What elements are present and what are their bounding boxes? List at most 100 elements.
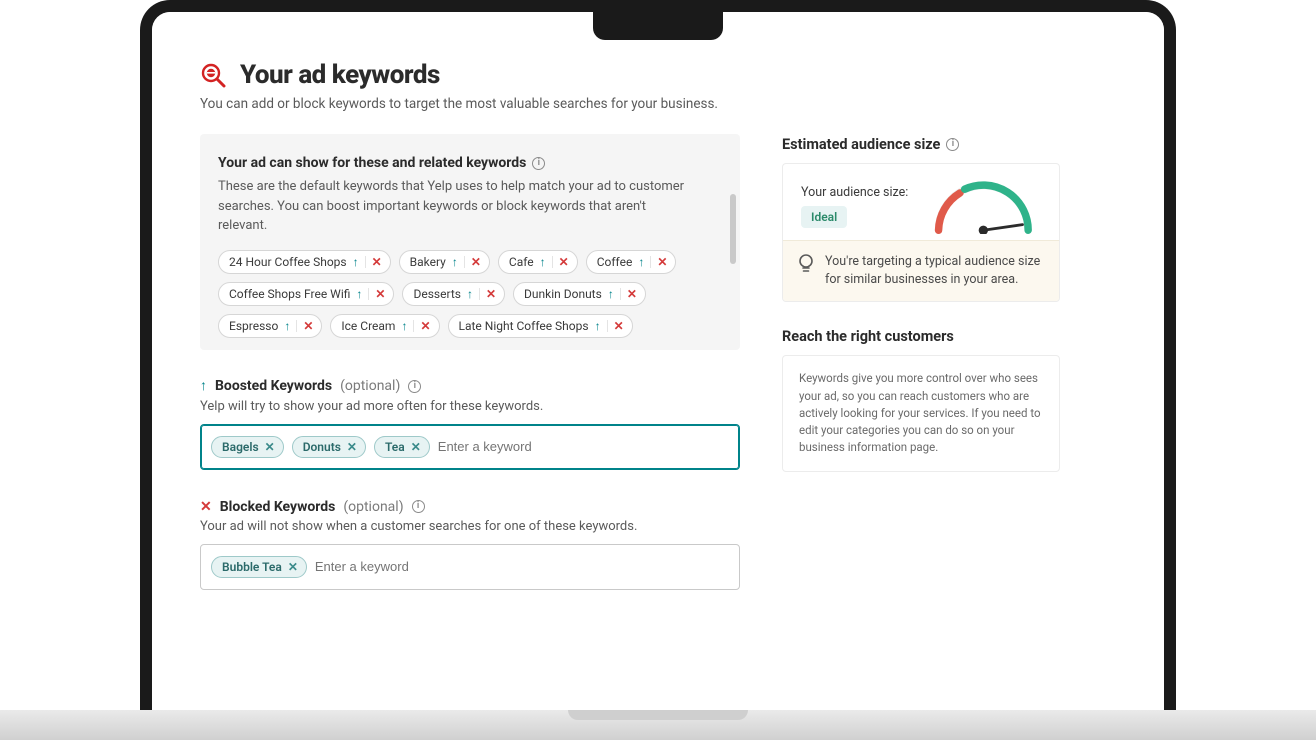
laptop-screen-frame: Your ad keywords You can add or block ke…	[140, 0, 1176, 740]
default-keyword-chip: Coffee ↑ ✕	[586, 250, 677, 274]
blocked-title: Blocked Keywords	[220, 499, 336, 515]
laptop-base	[0, 710, 1316, 740]
remove-icon[interactable]: ✕	[265, 440, 275, 454]
chip-divider	[296, 320, 297, 332]
audience-title: Estimated audience size	[782, 136, 940, 153]
remove-icon[interactable]: ✕	[347, 440, 357, 454]
chip-label: Cafe	[509, 255, 534, 269]
default-keywords-title: Your ad can show for these and related k…	[218, 155, 545, 171]
boosted-optional: (optional)	[340, 378, 400, 394]
tag-label: Bubble Tea	[222, 560, 282, 574]
info-icon[interactable]: i	[532, 157, 545, 170]
yelp-magnifier-icon	[200, 62, 226, 88]
default-keyword-chip: Cafe ↑ ✕	[498, 250, 578, 274]
chip-divider	[464, 256, 465, 268]
default-keyword-chip: 24 Hour Coffee Shops ↑ ✕	[218, 250, 391, 274]
chip-divider	[650, 256, 651, 268]
boosted-tag: Bagels✕	[211, 436, 284, 458]
reach-title: Reach the right customers	[782, 328, 1060, 345]
chip-divider	[368, 288, 369, 300]
boost-arrow-icon[interactable]: ↑	[540, 255, 546, 269]
reach-card: Keywords give you more control over who …	[782, 355, 1060, 471]
boost-arrow-icon[interactable]: ↑	[467, 287, 473, 301]
scrollbar-thumb[interactable]	[730, 194, 736, 264]
remove-icon[interactable]: ✕	[614, 319, 624, 333]
chip-label: Desserts	[413, 287, 460, 301]
boosted-title-row: ↑ Boosted Keywords (optional) i	[200, 378, 421, 395]
boost-arrow-icon[interactable]: ↑	[401, 319, 407, 333]
blocked-desc: Your ad will not show when a customer se…	[200, 519, 740, 534]
default-keyword-chip: Desserts ↑ ✕	[402, 282, 505, 306]
boost-arrow-icon[interactable]: ↑	[608, 287, 614, 301]
blocked-optional: (optional)	[343, 499, 403, 515]
remove-icon[interactable]: ✕	[303, 319, 313, 333]
boost-arrow-icon[interactable]: ↑	[284, 319, 290, 333]
default-keyword-chip: Ice Cream ↑ ✕	[330, 314, 439, 338]
boost-arrow-icon[interactable]: ↑	[353, 255, 359, 269]
boosted-section: ↑ Boosted Keywords (optional) i Yelp wil…	[200, 376, 740, 470]
blocked-title-row: ✕ Blocked Keywords (optional) i	[200, 499, 425, 515]
chip-divider	[413, 320, 414, 332]
boosted-title: Boosted Keywords	[215, 378, 332, 394]
audience-title-row: Estimated audience size i	[782, 136, 959, 153]
remove-icon[interactable]: ✕	[420, 319, 430, 333]
remove-icon[interactable]: ✕	[372, 255, 382, 269]
default-keyword-chip: Espresso ↑ ✕	[218, 314, 322, 338]
default-keyword-chip: Bakery ↑ ✕	[399, 250, 490, 274]
remove-icon[interactable]: ✕	[559, 255, 569, 269]
remove-icon[interactable]: ✕	[627, 287, 637, 301]
chip-label: Coffee Shops Free Wifi	[229, 287, 350, 301]
blocked-section: ✕ Blocked Keywords (optional) i Your ad …	[200, 496, 740, 590]
default-keywords-desc: These are the default keywords that Yelp…	[218, 177, 698, 236]
audience-card: Your audience size: Ideal	[782, 163, 1060, 302]
tag-label: Donuts	[303, 440, 341, 454]
page-subtitle: You can add or block keywords to target …	[200, 96, 1116, 112]
default-keywords-title-text: Your ad can show for these and related k…	[218, 155, 526, 171]
audience-size-value: Ideal	[801, 206, 847, 228]
boosted-text-field[interactable]	[438, 439, 729, 454]
blocked-keyword-input[interactable]: Bubble Tea ✕	[200, 544, 740, 590]
boost-arrow-icon[interactable]: ↑	[595, 319, 601, 333]
boosted-desc: Yelp will try to show your ad more often…	[200, 399, 740, 414]
gauge-icon	[926, 178, 1041, 234]
audience-note-text: You're targeting a typical audience size…	[825, 253, 1045, 289]
page-title: Your ad keywords	[240, 60, 440, 90]
chip-label: 24 Hour Coffee Shops	[229, 255, 347, 269]
boost-arrow-icon[interactable]: ↑	[452, 255, 458, 269]
default-keyword-chip: Dunkin Donuts↑✕	[513, 282, 646, 306]
chip-label: Espresso	[229, 319, 278, 333]
audience-note: You're targeting a typical audience size…	[783, 240, 1059, 301]
default-keyword-chips: 24 Hour Coffee Shops↑✕Bakery↑✕Cafe↑✕Coff…	[218, 250, 722, 338]
boost-arrow-icon[interactable]: ↑	[638, 255, 644, 269]
app-screen: Your ad keywords You can add or block ke…	[152, 12, 1164, 740]
sidebar: Estimated audience size i Your audience …	[782, 134, 1060, 472]
remove-icon[interactable]: ✕	[288, 560, 298, 574]
chip-divider	[365, 256, 366, 268]
chip-label: Bakery	[410, 255, 446, 269]
boost-arrow-icon[interactable]: ↑	[356, 287, 362, 301]
remove-icon[interactable]: ✕	[375, 287, 385, 301]
info-icon[interactable]: i	[412, 500, 425, 513]
chip-divider	[552, 256, 553, 268]
default-keyword-chip: Late Night Coffee Shops↑✕	[448, 314, 633, 338]
chip-label: Coffee	[597, 255, 633, 269]
boosted-tag: Donuts ✕	[292, 436, 366, 458]
chip-label: Ice Cream	[341, 319, 395, 333]
info-icon[interactable]: i	[946, 138, 959, 151]
block-x-icon: ✕	[200, 499, 212, 515]
remove-icon[interactable]: ✕	[471, 255, 481, 269]
boosted-keyword-input[interactable]: Bagels✕ Donuts ✕ Tea ✕	[200, 424, 740, 470]
default-keyword-chip: Coffee Shops Free Wifi ↑ ✕	[218, 282, 394, 306]
default-keywords-box: Your ad can show for these and related k…	[200, 134, 740, 350]
blocked-text-field[interactable]	[315, 559, 729, 574]
remove-icon[interactable]: ✕	[411, 440, 421, 454]
boost-arrow-icon: ↑	[200, 377, 207, 394]
lightbulb-icon	[797, 253, 815, 279]
info-icon[interactable]: i	[408, 380, 421, 393]
remove-icon[interactable]: ✕	[657, 255, 667, 269]
tag-label: Tea	[385, 440, 405, 454]
remove-icon[interactable]: ✕	[486, 287, 496, 301]
audience-size-label: Your audience size:	[801, 185, 908, 200]
chip-divider	[607, 320, 608, 332]
chip-divider	[620, 288, 621, 300]
